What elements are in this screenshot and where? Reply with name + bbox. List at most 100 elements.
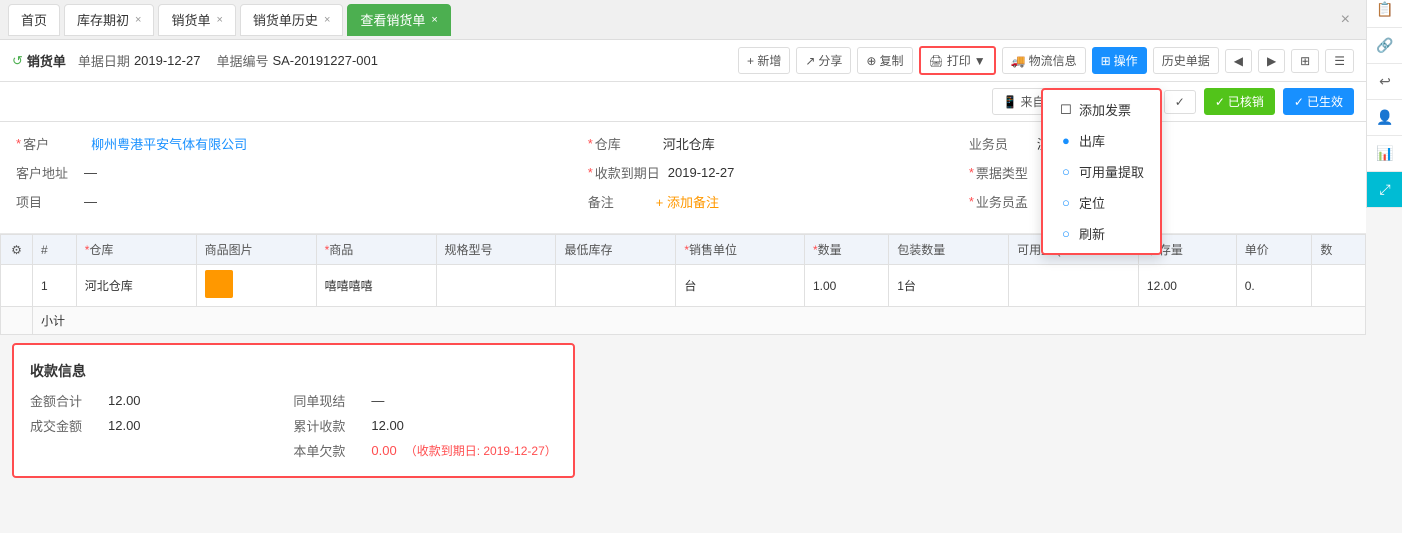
row-img [196, 265, 316, 307]
tab-sales-label: 销货单 [171, 10, 210, 29]
add-invoice-icon: ☐ [1059, 103, 1073, 117]
verified-button[interactable]: ✓ 已核销 [1204, 88, 1275, 115]
effective-button[interactable]: ✓ 已生效 [1283, 88, 1354, 115]
cumulative-label: 累计收款 [293, 416, 363, 435]
staff2-req: * [969, 194, 974, 209]
sidebar-icon-6[interactable]: ⤢ [1367, 172, 1402, 208]
sidebar-user-icon: 👤 [1376, 109, 1393, 126]
arrears-label: 本单欠款 [293, 441, 363, 460]
customer-field: * 客户 柳州粤港平安气体有限公司 [16, 134, 588, 153]
list-view-button[interactable]: ☰ [1325, 49, 1354, 73]
grid-view-button[interactable]: ⊞ [1291, 49, 1319, 73]
confirm-icon: ✓ [1175, 95, 1185, 109]
deal-amount-row: 成交金额 12.00 [30, 416, 293, 435]
verified-icon: ✓ [1215, 95, 1225, 109]
print-button-label: 打印 [947, 52, 971, 69]
locate-label: 定位 [1079, 193, 1105, 212]
warehouse-field: * 仓库 河北仓库 [588, 134, 969, 153]
confirm-button[interactable]: ✓ [1164, 90, 1196, 114]
no-label: 单据编号 [216, 51, 268, 70]
operate-button[interactable]: ⊞ 操作 [1092, 47, 1147, 74]
cumulative-value: 12.00 [371, 418, 404, 433]
right-sidebar: 📋 🔗 ↩ 👤 📊 ⤢ [1366, 0, 1402, 208]
tab-view-sales-close[interactable]: × [431, 14, 437, 26]
add-note-button[interactable]: 添加备注 [656, 192, 719, 211]
th-min-stock: 最低库存 [556, 235, 676, 265]
print-dropdown-icon: ▼ [974, 54, 986, 68]
add-invoice-item[interactable]: ☐ 添加发票 [1043, 94, 1160, 125]
copy-icon: ⊕ [866, 54, 876, 68]
date-value: 2019-12-27 [134, 53, 201, 68]
locate-icon: ○ [1059, 196, 1073, 210]
th-price: 单价 [1236, 235, 1312, 265]
th-more: 数 [1312, 235, 1366, 265]
operate-button-label: 操作 [1114, 52, 1138, 69]
outbound-item[interactable]: ● 出库 [1043, 125, 1160, 156]
logistics-button-label: 物流信息 [1029, 52, 1077, 69]
tab-bar: 首页 库存期初 × 销货单 × 销货单历史 × 查看销货单 × × [0, 0, 1366, 40]
avail-qty-item[interactable]: ○ 可用量提取 [1043, 156, 1160, 187]
sidebar-icon-2[interactable]: 🔗 [1367, 28, 1402, 64]
phone-icon: 📱 [1003, 95, 1018, 109]
list-view-icon: ☰ [1334, 54, 1345, 68]
customer-value[interactable]: 柳州粤港平安气体有限公司 [91, 134, 247, 153]
invoice-label: 票据类型 [976, 163, 1036, 182]
note-label: 备注 [588, 192, 648, 211]
tab-sales-close[interactable]: × [216, 14, 222, 26]
project-label: 项目 [16, 192, 76, 211]
warehouse-label: 仓库 [595, 134, 655, 153]
tab-inventory[interactable]: 库存期初 × [64, 4, 154, 36]
logistics-button[interactable]: 🚚 物流信息 [1002, 47, 1086, 74]
address-value: — [84, 165, 97, 180]
nav-left-button[interactable]: ◀ [1225, 49, 1252, 73]
row-pkg-qty: 1台 [889, 265, 1009, 307]
operate-icon: ⊞ [1101, 54, 1111, 68]
grid-view-icon: ⊞ [1300, 54, 1310, 68]
customer-label: 客户 [23, 134, 83, 153]
sidebar-icon-5[interactable]: 📊 [1367, 136, 1402, 172]
effective-label: 已生效 [1307, 93, 1343, 110]
tab-sales-history-close[interactable]: × [324, 14, 330, 26]
tab-sales-history[interactable]: 销货单历史 × [240, 4, 343, 36]
address-field: 客户地址 — [16, 163, 588, 182]
arrears-row: 本单欠款 0.00 （收款到期日: 2019-12-27） [293, 441, 556, 460]
tab-sales-history-label: 销货单历史 [253, 10, 318, 29]
add-invoice-label: 添加发票 [1079, 100, 1131, 119]
subtotal-actions [1, 307, 33, 335]
tab-inventory-close[interactable]: × [135, 14, 141, 26]
th-gear[interactable]: ⚙ [1, 235, 33, 265]
tab-view-sales[interactable]: 查看销货单 × [347, 4, 450, 36]
payment-info-grid: 金额合计 12.00 同单现结 — 成交金额 12.00 累计收款 12.00 … [30, 391, 557, 460]
tab-home[interactable]: 首页 [8, 4, 60, 36]
doc-info-section: ↺ 销货单 单据日期 2019-12-27 单据编号 SA-20191227-0… [12, 51, 394, 70]
nav-right-button[interactable]: ▶ [1258, 49, 1285, 73]
project-field: 项目 — [16, 192, 588, 211]
same-order-row: 同单现结 — [293, 391, 556, 410]
row-min-stock [556, 265, 676, 307]
gear-icon: ⚙ [11, 243, 22, 257]
new-button[interactable]: + 新增 [738, 47, 790, 74]
row-unit: 台 [676, 265, 805, 307]
share-button[interactable]: ↗ 分享 [796, 47, 851, 74]
invoice-req: * [969, 165, 974, 180]
sidebar-icon-3[interactable]: ↩ [1367, 64, 1402, 100]
sidebar-icon-4[interactable]: 👤 [1367, 100, 1402, 136]
tab-sales[interactable]: 销货单 × [158, 4, 235, 36]
same-order-label: 同单现结 [293, 391, 363, 410]
total-row: 金额合计 12.00 [30, 391, 293, 410]
th-no: # [33, 235, 77, 265]
window-close-button[interactable]: × [1333, 11, 1358, 29]
total-value: 12.00 [108, 393, 141, 408]
sidebar-return-icon: ↩ [1379, 73, 1391, 90]
print-button[interactable]: 🖨 打印 ▼ [919, 46, 996, 75]
warehouse-req: * [588, 136, 593, 151]
row-actions [1, 265, 33, 307]
th-pkg-qty: 包装数量 [889, 235, 1009, 265]
history-button[interactable]: 历史单据 [1153, 47, 1219, 74]
cumulative-row: 累计收款 12.00 [293, 416, 556, 435]
copy-button[interactable]: ⊕ 复制 [857, 47, 912, 74]
doc-title: 销货单 [27, 51, 66, 70]
locate-item[interactable]: ○ 定位 [1043, 187, 1160, 218]
sidebar-icon-1[interactable]: 📋 [1367, 0, 1402, 28]
refresh-item[interactable]: ○ 刷新 [1043, 218, 1160, 249]
